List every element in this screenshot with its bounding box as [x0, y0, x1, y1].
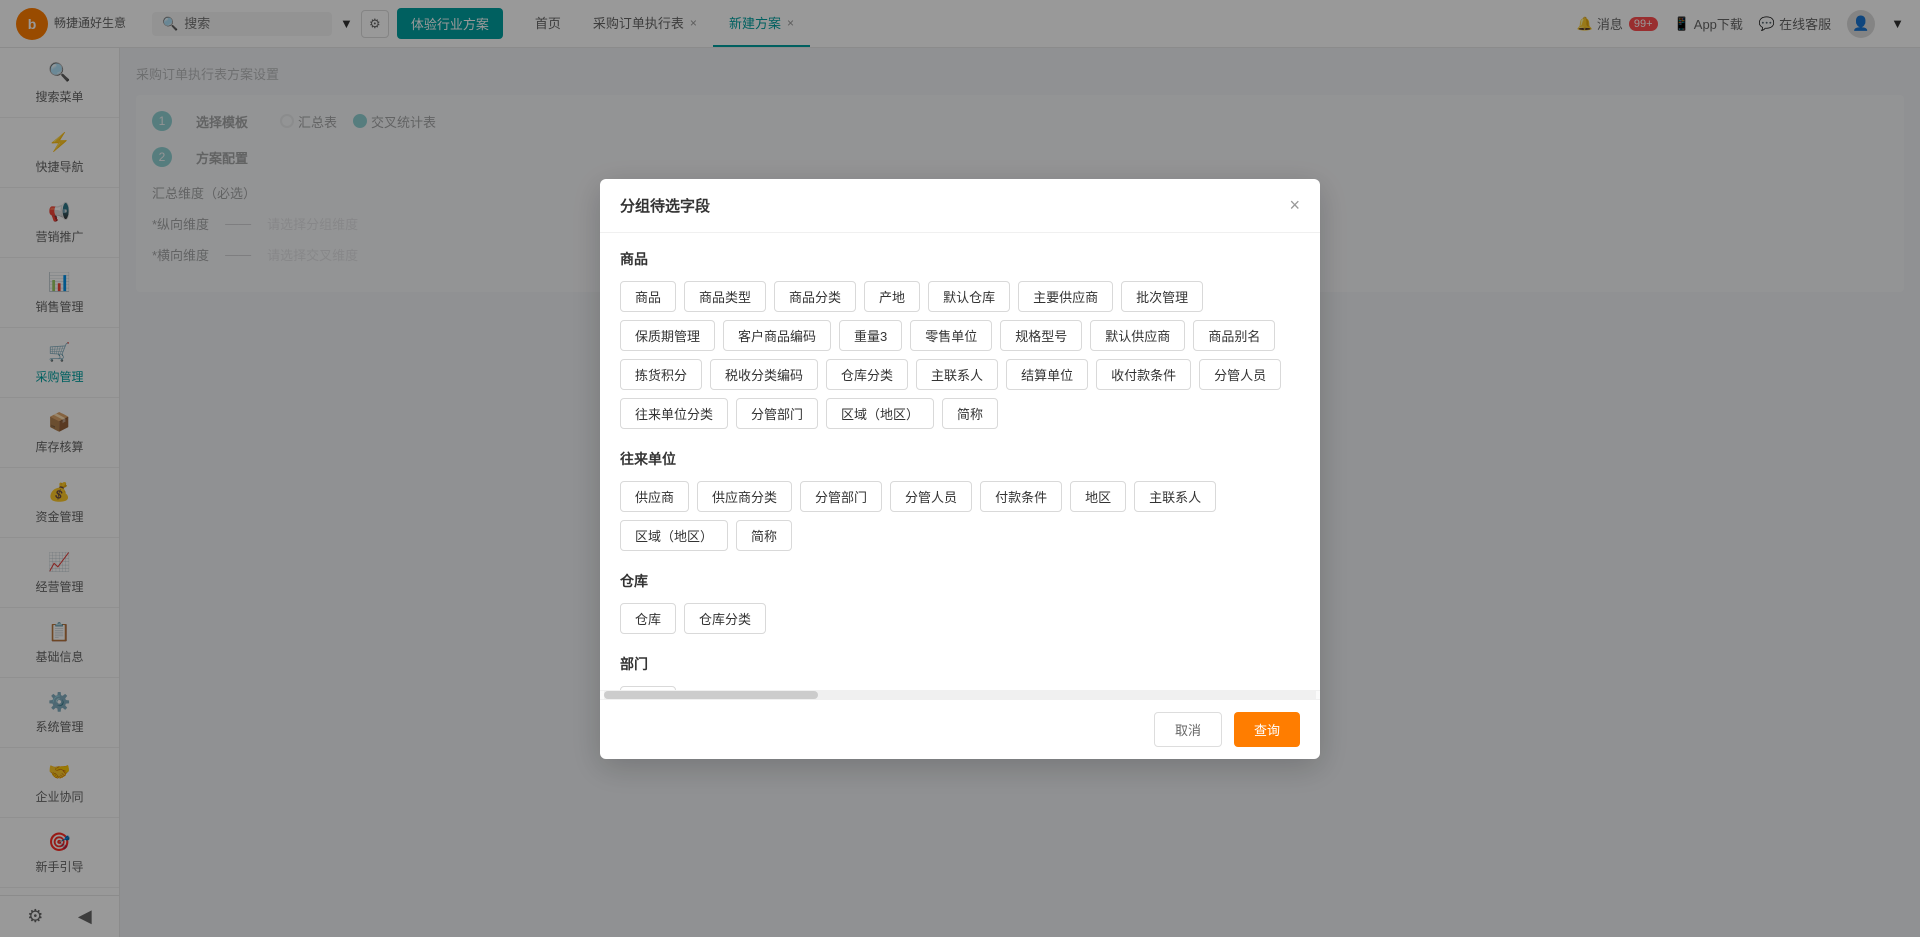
field-tag[interactable]: 客户商品编码 [723, 320, 831, 351]
field-tag[interactable]: 保质期管理 [620, 320, 715, 351]
modal-dialog: 分组待选字段 × 商品 商品 商品类型 商品分类 产地 默认仓库 主要供应商 批… [600, 179, 1320, 759]
field-group-department: 部门 部门 [620, 654, 1300, 690]
modal-body: 商品 商品 商品类型 商品分类 产地 默认仓库 主要供应商 批次管理 保质期管理… [600, 233, 1320, 690]
field-tag[interactable]: 商品别名 [1193, 320, 1275, 351]
field-tag[interactable]: 区域（地区） [620, 520, 728, 551]
field-group-warehouse-title: 仓库 [620, 571, 1300, 591]
field-tag[interactable]: 简称 [736, 520, 792, 551]
field-tag[interactable]: 付款条件 [980, 481, 1062, 512]
field-tag[interactable]: 结算单位 [1006, 359, 1088, 390]
field-tag[interactable]: 收付款条件 [1096, 359, 1191, 390]
field-group-commodity: 商品 商品 商品类型 商品分类 产地 默认仓库 主要供应商 批次管理 保质期管理… [620, 249, 1300, 429]
confirm-button[interactable]: 查询 [1234, 712, 1300, 747]
modal-scroll-thumb [604, 691, 818, 699]
field-tag[interactable]: 默认供应商 [1090, 320, 1185, 351]
field-tag[interactable]: 分管人员 [890, 481, 972, 512]
field-tag[interactable]: 商品类型 [684, 281, 766, 312]
field-tag[interactable]: 零售单位 [910, 320, 992, 351]
field-tag[interactable]: 供应商 [620, 481, 689, 512]
field-tag[interactable]: 分管部门 [736, 398, 818, 429]
field-tag[interactable]: 供应商分类 [697, 481, 792, 512]
field-tag[interactable]: 重量3 [839, 320, 902, 351]
modal-close-button[interactable]: × [1289, 196, 1300, 214]
field-tag[interactable]: 规格型号 [1000, 320, 1082, 351]
field-tags-warehouse: 仓库 仓库分类 [620, 603, 1300, 634]
field-tag[interactable]: 仓库分类 [684, 603, 766, 634]
field-group-partner: 往来单位 供应商 供应商分类 分管部门 分管人员 付款条件 地区 主联系人 区域… [620, 449, 1300, 551]
field-tag[interactable]: 简称 [942, 398, 998, 429]
modal-scroll-track[interactable] [604, 691, 1316, 699]
field-group-warehouse: 仓库 仓库 仓库分类 [620, 571, 1300, 634]
field-tag[interactable]: 产地 [864, 281, 920, 312]
field-tag[interactable]: 主联系人 [916, 359, 998, 390]
field-tag[interactable]: 商品分类 [774, 281, 856, 312]
field-tag[interactable]: 主联系人 [1134, 481, 1216, 512]
modal-footer: 取消 查询 [600, 699, 1320, 759]
field-group-partner-title: 往来单位 [620, 449, 1300, 469]
cancel-button[interactable]: 取消 [1154, 712, 1222, 747]
field-tag[interactable]: 分管人员 [1199, 359, 1281, 390]
field-tag[interactable]: 拣货积分 [620, 359, 702, 390]
modal-header: 分组待选字段 × [600, 179, 1320, 233]
field-tag[interactable]: 商品 [620, 281, 676, 312]
field-tag[interactable]: 税收分类编码 [710, 359, 818, 390]
field-tag[interactable]: 仓库 [620, 603, 676, 634]
modal-title: 分组待选字段 [620, 195, 710, 216]
field-group-commodity-title: 商品 [620, 249, 1300, 269]
field-group-department-title: 部门 [620, 654, 1300, 674]
field-tag[interactable]: 区域（地区） [826, 398, 934, 429]
modal-overlay: 分组待选字段 × 商品 商品 商品类型 商品分类 产地 默认仓库 主要供应商 批… [0, 0, 1920, 937]
field-tag[interactable]: 往来单位分类 [620, 398, 728, 429]
field-tags-partner: 供应商 供应商分类 分管部门 分管人员 付款条件 地区 主联系人 区域（地区） … [620, 481, 1300, 551]
field-tag[interactable]: 仓库分类 [826, 359, 908, 390]
field-tag[interactable]: 主要供应商 [1018, 281, 1113, 312]
field-tag[interactable]: 批次管理 [1121, 281, 1203, 312]
field-tags-commodity: 商品 商品类型 商品分类 产地 默认仓库 主要供应商 批次管理 保质期管理 客户… [620, 281, 1300, 429]
field-tag[interactable]: 默认仓库 [928, 281, 1010, 312]
field-tag[interactable]: 分管部门 [800, 481, 882, 512]
field-tag[interactable]: 地区 [1070, 481, 1126, 512]
